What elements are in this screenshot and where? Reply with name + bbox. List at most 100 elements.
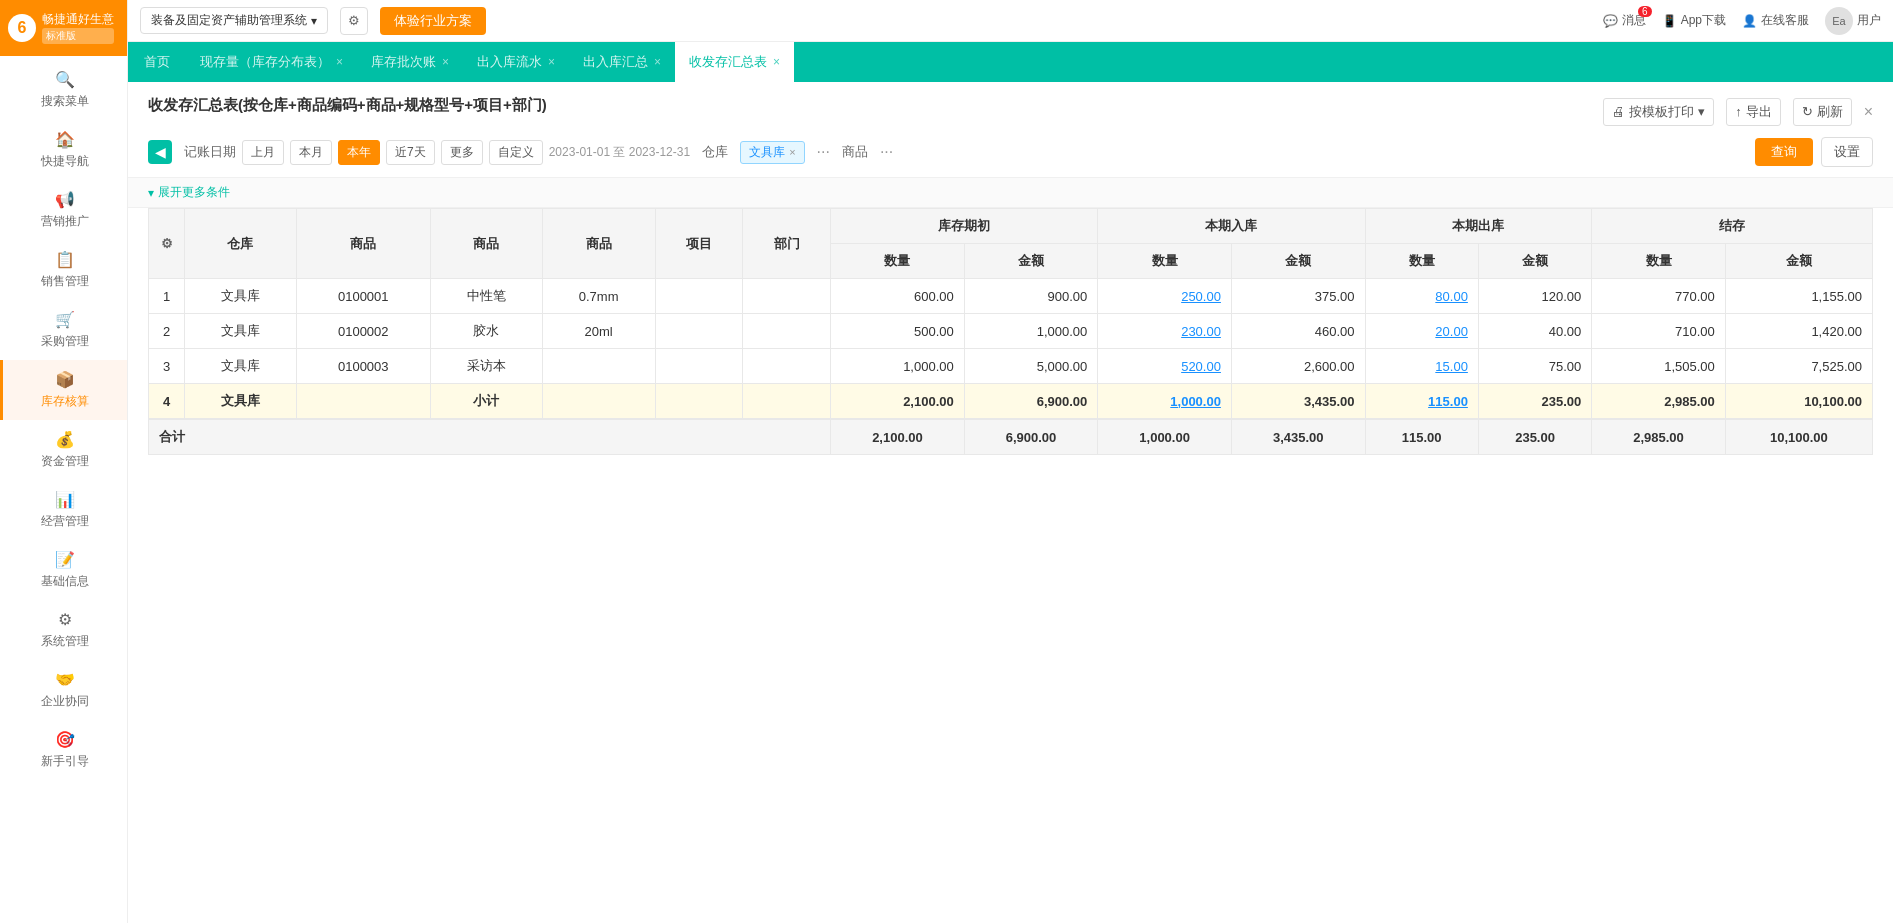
row-balance-amt: 10,100.00 bbox=[1725, 384, 1872, 420]
messages-badge: 6 bbox=[1638, 6, 1652, 17]
row-no: 3 bbox=[149, 349, 185, 384]
sidebar-item-label-search: 搜索菜单 bbox=[41, 93, 89, 110]
trial-button[interactable]: 体验行业方案 bbox=[380, 7, 486, 35]
messages-action[interactable]: 💬 消息 6 bbox=[1603, 12, 1646, 29]
chevron-down-icon: ▾ bbox=[1698, 104, 1705, 119]
tab-close-inout-flow[interactable]: × bbox=[548, 55, 555, 69]
table-settings-col[interactable]: ⚙ bbox=[149, 209, 185, 279]
content-area: 收发存汇总表(按仓库+商品编码+商品+规格型号+项目+部门) 🖨 按模板打印 ▾… bbox=[128, 82, 1893, 923]
sidebar-item-operation[interactable]: 📊 经营管理 bbox=[0, 480, 127, 540]
tab-inout-flow[interactable]: 出入库流水× bbox=[463, 42, 569, 82]
export-button[interactable]: ↑ 导出 bbox=[1726, 98, 1781, 126]
expand-bar: ▾ 展开更多条件 bbox=[128, 178, 1893, 208]
tab-home[interactable]: 首页 bbox=[128, 42, 186, 82]
app-download-label: App下载 bbox=[1681, 12, 1726, 29]
sales-icon: 📋 bbox=[55, 250, 75, 269]
th-project: 项目 bbox=[655, 209, 743, 279]
th-balance-qty: 数量 bbox=[1592, 244, 1726, 279]
th-group-balance: 结存 bbox=[1592, 209, 1873, 244]
date-last-month-btn[interactable]: 上月 bbox=[242, 140, 284, 165]
expand-conditions-button[interactable]: ▾ 展开更多条件 bbox=[148, 184, 230, 201]
expand-icon: ▾ bbox=[148, 186, 154, 200]
tab-inventory-dist[interactable]: 现存量（库存分布表）× bbox=[186, 42, 357, 82]
sidebar-item-inventory[interactable]: 📦 库存核算 bbox=[0, 360, 127, 420]
warehouse-more-icon[interactable]: ··· bbox=[817, 143, 830, 161]
date-this-year-btn[interactable]: 本年 bbox=[338, 140, 380, 165]
warehouse-tag-close[interactable]: × bbox=[789, 146, 795, 158]
sidebar-item-label-guide: 新手引导 bbox=[41, 753, 89, 770]
warehouse-tag: 文具库 × bbox=[740, 141, 804, 164]
footer-label: 合计 bbox=[149, 419, 831, 455]
sidebar-item-search[interactable]: 🔍 搜索菜单 bbox=[0, 60, 127, 120]
app-download-action[interactable]: 📱 App下载 bbox=[1662, 12, 1726, 29]
finance-icon: 💰 bbox=[55, 430, 75, 449]
print-icon: 🖨 bbox=[1612, 104, 1625, 119]
user-action[interactable]: Ea 用户 bbox=[1825, 7, 1881, 35]
table-row: 4文具库小计2,100.006,900.001,000.003,435.0011… bbox=[149, 384, 1873, 420]
date-this-month-btn[interactable]: 本月 bbox=[290, 140, 332, 165]
row-out-qty[interactable]: 80.00 bbox=[1365, 279, 1478, 314]
tab-close-recv-send-summary[interactable]: × bbox=[773, 55, 780, 69]
goods-filter-label: 商品 bbox=[842, 143, 868, 161]
row-spec bbox=[542, 349, 655, 384]
refresh-button[interactable]: ↻ 刷新 bbox=[1793, 98, 1852, 126]
row-opening-qty: 500.00 bbox=[831, 314, 965, 349]
footer-opening-amt: 6,900.00 bbox=[964, 419, 1098, 455]
goods-more-icon[interactable]: ··· bbox=[880, 143, 893, 161]
page-header: 收发存汇总表(按仓库+商品编码+商品+规格型号+项目+部门) 🖨 按模板打印 ▾… bbox=[128, 82, 1893, 127]
sidebar-item-cooperation[interactable]: 🤝 企业协同 bbox=[0, 660, 127, 720]
export-icon: ↑ bbox=[1735, 104, 1742, 119]
sidebar-item-finance[interactable]: 💰 资金管理 bbox=[0, 420, 127, 480]
system-select[interactable]: 装备及固定资产辅助管理系统 ▾ bbox=[140, 7, 328, 34]
footer-opening-qty: 2,100.00 bbox=[831, 419, 965, 455]
online-service-action[interactable]: 👤 在线客服 bbox=[1742, 12, 1809, 29]
footer-in-amt: 3,435.00 bbox=[1231, 419, 1365, 455]
filter-actions: 查询 设置 bbox=[1755, 137, 1873, 167]
row-opening-qty: 600.00 bbox=[831, 279, 965, 314]
th-opening-amt: 金额 bbox=[964, 244, 1098, 279]
sidebar-item-guide[interactable]: 🎯 新手引导 bbox=[0, 720, 127, 780]
row-balance-amt: 1,155.00 bbox=[1725, 279, 1872, 314]
settings-icon[interactable]: ⚙ bbox=[340, 7, 368, 35]
sidebar-item-system[interactable]: ⚙ 系统管理 bbox=[0, 600, 127, 660]
row-in-qty[interactable]: 520.00 bbox=[1098, 349, 1232, 384]
sidebar-item-quick-nav[interactable]: 🏠 快捷导航 bbox=[0, 120, 127, 180]
marketing-icon: 📢 bbox=[55, 190, 75, 209]
tab-close-batch[interactable]: × bbox=[442, 55, 449, 69]
sidebar-item-purchase[interactable]: 🛒 采购管理 bbox=[0, 300, 127, 360]
th-group-in: 本期入库 bbox=[1098, 209, 1365, 244]
print-button[interactable]: 🖨 按模板打印 ▾ bbox=[1603, 98, 1714, 126]
tab-batch[interactable]: 库存批次账× bbox=[357, 42, 463, 82]
date-7days-btn[interactable]: 近7天 bbox=[386, 140, 435, 165]
tab-recv-send-summary[interactable]: 收发存汇总表× bbox=[675, 42, 794, 82]
row-out-qty[interactable]: 115.00 bbox=[1365, 384, 1478, 420]
row-out-qty[interactable]: 15.00 bbox=[1365, 349, 1478, 384]
sidebar-item-marketing[interactable]: 📢 营销推广 bbox=[0, 180, 127, 240]
tab-close-inventory-dist[interactable]: × bbox=[336, 55, 343, 69]
row-in-qty[interactable]: 250.00 bbox=[1098, 279, 1232, 314]
row-in-qty[interactable]: 1,000.00 bbox=[1098, 384, 1232, 420]
tab-inout-summary[interactable]: 出入库汇总× bbox=[569, 42, 675, 82]
tab-close-inout-summary[interactable]: × bbox=[654, 55, 661, 69]
filter-toggle-button[interactable]: ◀ bbox=[148, 140, 172, 164]
sidebar-item-sales[interactable]: 📋 销售管理 bbox=[0, 240, 127, 300]
row-project bbox=[655, 279, 743, 314]
page-title: 收发存汇总表(按仓库+商品编码+商品+规格型号+项目+部门) bbox=[148, 96, 547, 115]
sidebar-item-label-purchase: 采购管理 bbox=[41, 333, 89, 350]
filter-setting-button[interactable]: 设置 bbox=[1821, 137, 1873, 167]
sidebar-item-basic[interactable]: 📝 基础信息 bbox=[0, 540, 127, 600]
th-warehouse: 仓库 bbox=[185, 209, 297, 279]
page-close-btn[interactable]: × bbox=[1864, 103, 1873, 121]
query-button[interactable]: 查询 bbox=[1755, 138, 1813, 166]
row-balance-qty: 770.00 bbox=[1592, 279, 1726, 314]
row-out-qty[interactable]: 20.00 bbox=[1365, 314, 1478, 349]
row-in-qty[interactable]: 230.00 bbox=[1098, 314, 1232, 349]
topbar-right: 💬 消息 6 📱 App下载 👤 在线客服 Ea 用户 bbox=[1603, 7, 1881, 35]
sidebar-nav: 🔍 搜索菜单 🏠 快捷导航 📢 营销推广 📋 销售管理 🛒 采购管理 📦 库存核… bbox=[0, 56, 127, 923]
print-label: 按模板打印 bbox=[1629, 103, 1694, 121]
date-more-btn[interactable]: 更多 bbox=[441, 140, 483, 165]
footer-out-qty: 115.00 bbox=[1365, 419, 1478, 455]
basic-icon: 📝 bbox=[55, 550, 75, 569]
date-custom-btn[interactable]: 自定义 bbox=[489, 140, 543, 165]
logo-area: 6 畅捷通好生意 标准版 bbox=[0, 0, 127, 56]
